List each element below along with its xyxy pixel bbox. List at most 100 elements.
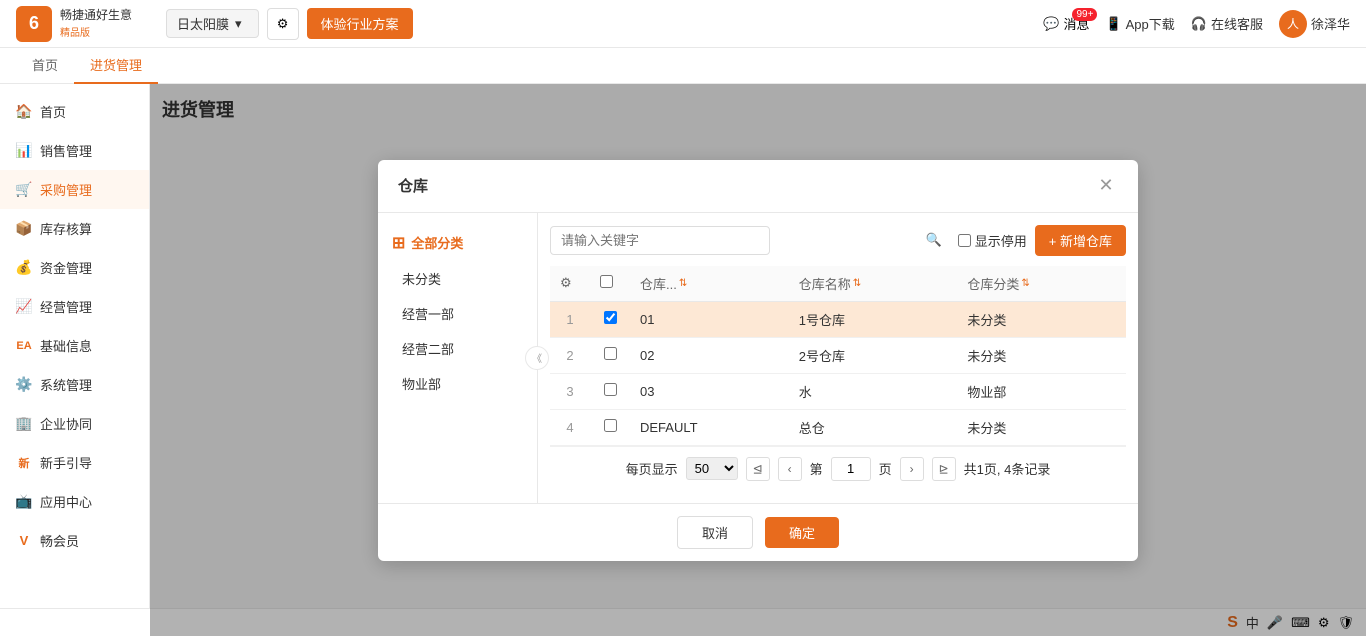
message-icon: 💬: [1043, 16, 1059, 32]
sidebar-item-basic-info[interactable]: EA 基础信息: [0, 326, 149, 365]
branch-name: 日太阳膜: [177, 14, 229, 33]
sidebar-label-basic-info: 基础信息: [40, 336, 92, 355]
sidebar-label-appstore: 应用中心: [40, 492, 92, 511]
search-input[interactable]: [550, 226, 770, 255]
show-disabled-checkbox[interactable]: 显示停用: [958, 231, 1027, 250]
modal-body: ⊞ 全部分类 未分类 经营一部 经营二部 物业部 《: [378, 213, 1138, 503]
col-category[interactable]: 仓库分类 ⇅: [957, 266, 1126, 302]
sidebar-item-appstore[interactable]: 📺 应用中心: [0, 482, 149, 521]
page-input[interactable]: [831, 457, 871, 481]
collapse-panel-button[interactable]: 《: [525, 346, 549, 370]
settings-icon: ⚙: [560, 275, 572, 290]
sidebar-item-finance[interactable]: 💰 资金管理: [0, 248, 149, 287]
confirm-button[interactable]: 确定: [765, 517, 839, 548]
avatar: 人: [1279, 10, 1307, 38]
row-name: 1号仓库: [789, 301, 958, 337]
col-checkbox: [590, 266, 630, 302]
sidebar-label-home: 首页: [40, 102, 66, 121]
purchase-icon: 🛒: [16, 182, 32, 198]
online-service-label: 在线客服: [1211, 14, 1263, 33]
inventory-icon: 📦: [16, 221, 32, 237]
row-checkbox[interactable]: [590, 337, 630, 373]
nav-tabs: 首页 进货管理: [0, 48, 1366, 84]
row-name: 水: [789, 373, 958, 409]
logo-area: 6 畅捷通好生意 精品版: [16, 6, 166, 42]
col-settings: ⚙: [550, 266, 590, 302]
add-warehouse-button[interactable]: + 新增仓库: [1035, 225, 1126, 256]
sidebar-item-operations[interactable]: 📈 经营管理: [0, 287, 149, 326]
member-icon: V: [16, 533, 32, 549]
row-code: 03: [630, 373, 789, 409]
row-code: 01: [630, 301, 789, 337]
page-label: 第: [810, 459, 823, 478]
sidebar: 🏠 首页 📊 销售管理 🛒 采购管理 📦 库存核算 💰 资金管理 📈 经营管理 …: [0, 84, 150, 636]
pagination: 每页显示 50 10 20 100 ⊴ ‹ 第 页: [550, 446, 1126, 491]
first-page-button[interactable]: ⊴: [746, 457, 770, 481]
row-settings[interactable]: 1: [550, 301, 590, 337]
category-ops1[interactable]: 经营一部: [378, 296, 537, 331]
settings-button[interactable]: ⚙: [267, 8, 299, 40]
branch-selector[interactable]: 日太阳膜 ▾: [166, 9, 259, 38]
tab-purchase[interactable]: 进货管理: [74, 48, 158, 84]
prev-page-button[interactable]: ‹: [778, 457, 802, 481]
sidebar-item-system[interactable]: ⚙️ 系统管理: [0, 365, 149, 404]
sidebar-item-enterprise[interactable]: 🏢 企业协同: [0, 404, 149, 443]
username-label: 徐泽华: [1311, 14, 1350, 33]
sidebar-label-inventory: 库存核算: [40, 219, 92, 238]
sales-icon: 📊: [16, 143, 32, 159]
next-page-button[interactable]: ›: [900, 457, 924, 481]
user-profile-button[interactable]: 人 徐泽华: [1279, 10, 1350, 38]
app-download-label: App下载: [1126, 14, 1175, 33]
online-service-button[interactable]: 🎧 在线客服: [1191, 14, 1263, 33]
last-page-button[interactable]: ⊵: [932, 457, 956, 481]
category-unclassified[interactable]: 未分类: [378, 261, 537, 296]
messages-button[interactable]: 💬 消息 99+: [1043, 14, 1089, 33]
row-category: 物业部: [957, 373, 1126, 409]
row-settings[interactable]: 2: [550, 337, 590, 373]
sidebar-label-operations: 经营管理: [40, 297, 92, 316]
page-unit: 页: [879, 459, 892, 478]
row-settings[interactable]: 3: [550, 373, 590, 409]
table-row[interactable]: 2 02 2号仓库 未分类: [550, 337, 1126, 373]
table-row[interactable]: 1 01 1号仓库 未分类: [550, 301, 1126, 337]
headset-icon: 🎧: [1191, 16, 1207, 32]
search-icon[interactable]: 🔍: [926, 232, 942, 248]
sidebar-item-purchase[interactable]: 🛒 采购管理: [0, 170, 149, 209]
table-wrap: ⚙ 仓库... ⇅: [550, 266, 1126, 446]
row-checkbox[interactable]: [590, 373, 630, 409]
all-category-item[interactable]: ⊞ 全部分类: [378, 225, 537, 261]
sidebar-item-guide[interactable]: 新 新手引导: [0, 443, 149, 482]
row-code: 02: [630, 337, 789, 373]
table-row[interactable]: 4 DEFAULT 总仓 未分类: [550, 409, 1126, 445]
tab-home[interactable]: 首页: [16, 48, 74, 84]
trial-button[interactable]: 体验行业方案: [307, 8, 413, 39]
sidebar-item-inventory[interactable]: 📦 库存核算: [0, 209, 149, 248]
app-download-button[interactable]: 📱 App下载: [1105, 14, 1174, 33]
sidebar-label-system: 系统管理: [40, 375, 92, 394]
category-ops2[interactable]: 经营二部: [378, 331, 537, 366]
enterprise-icon: 🏢: [16, 416, 32, 432]
system-icon: ⚙️: [16, 377, 32, 393]
per-page-select[interactable]: 50 10 20 100: [686, 457, 738, 480]
col-name[interactable]: 仓库名称 ⇅: [789, 266, 958, 302]
sidebar-item-home[interactable]: 🏠 首页: [0, 92, 149, 131]
category-property[interactable]: 物业部: [378, 366, 537, 401]
show-disabled-check[interactable]: [958, 234, 971, 247]
table-panel: 🔍 显示停用 + 新增仓库: [538, 213, 1138, 503]
sidebar-item-sales[interactable]: 📊 销售管理: [0, 131, 149, 170]
col-code[interactable]: 仓库... ⇅: [630, 266, 789, 302]
row-category: 未分类: [957, 337, 1126, 373]
finance-icon: 💰: [16, 260, 32, 276]
gear-icon: ⚙: [277, 16, 289, 32]
modal-footer: 取消 确定: [378, 503, 1138, 561]
table-row[interactable]: 3 03 水 物业部: [550, 373, 1126, 409]
select-all-checkbox[interactable]: [600, 275, 613, 288]
cancel-button[interactable]: 取消: [677, 516, 753, 549]
sidebar-item-member[interactable]: V 畅会员: [0, 521, 149, 560]
modal-overlay: 仓库 ✕ ⊞ 全部分类 未分类 经营一部 经营二部 物业部: [150, 84, 1366, 636]
sidebar-label-enterprise: 企业协同: [40, 414, 92, 433]
row-checkbox[interactable]: [590, 301, 630, 337]
row-settings[interactable]: 4: [550, 409, 590, 445]
modal-close-button[interactable]: ✕: [1094, 174, 1118, 198]
row-checkbox[interactable]: [590, 409, 630, 445]
